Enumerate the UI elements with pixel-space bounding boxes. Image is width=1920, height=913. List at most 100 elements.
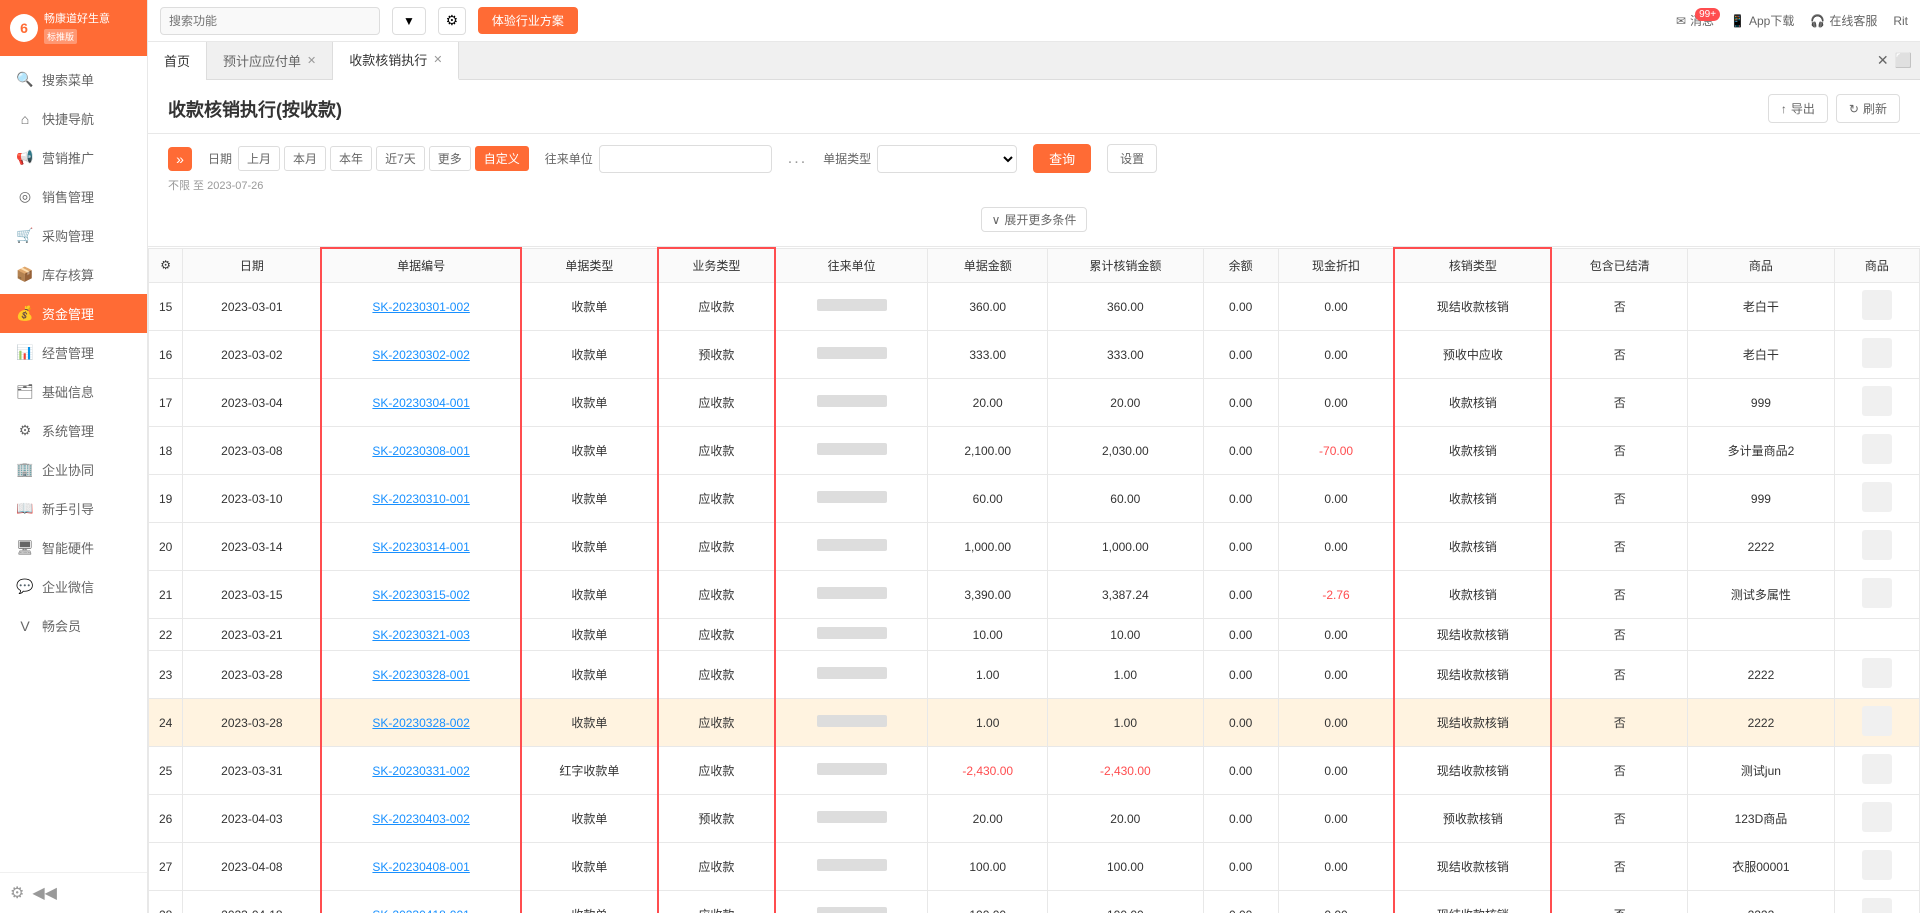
sidebar-item-hardware[interactable]: 🖥 智能硬件 bbox=[0, 528, 147, 567]
row-goods: 999 bbox=[1688, 475, 1835, 523]
col-settings[interactable]: ⚙ bbox=[149, 248, 183, 283]
row-date: 2023-03-21 bbox=[183, 619, 322, 651]
logo-icon: 6 bbox=[10, 14, 38, 42]
table-container: ⚙ 日期 单据编号 单据类型 业务类型 往来单位 单据金额 累计核销金额 余额 … bbox=[148, 247, 1920, 913]
row-partner bbox=[775, 747, 928, 795]
row-no: 24 bbox=[149, 699, 183, 747]
row-goods-img bbox=[1834, 379, 1919, 427]
row-included: 否 bbox=[1551, 699, 1687, 747]
row-balance: 0.00 bbox=[1203, 747, 1278, 795]
table-row: 21 2023-03-15 SK-20230315-002 收款单 应收款 3,… bbox=[149, 571, 1920, 619]
row-goods-img bbox=[1834, 475, 1919, 523]
topbar-dropdown-btn[interactable]: ▼ bbox=[392, 7, 426, 35]
sidebar-item-member[interactable]: V 畅会员 bbox=[0, 606, 147, 645]
row-partner bbox=[775, 619, 928, 651]
col-balance: 余额 bbox=[1203, 248, 1278, 283]
tab-collect-label: 收款核销执行 bbox=[349, 50, 427, 69]
tab-payable[interactable]: 预计应应付单 ✕ bbox=[207, 42, 333, 80]
topbar-solution-btn[interactable]: 体验行业方案 bbox=[478, 7, 578, 34]
sidebar-item-operation[interactable]: 📊 经营管理 bbox=[0, 333, 147, 372]
tab-payable-close[interactable]: ✕ bbox=[307, 54, 316, 67]
filter-custom-btn[interactable]: 自定义 bbox=[475, 146, 529, 171]
row-doc-type: 收款单 bbox=[521, 571, 658, 619]
row-balance: 0.00 bbox=[1203, 795, 1278, 843]
filter-query-btn[interactable]: 查询 bbox=[1033, 144, 1091, 173]
corp-icon: 🏢 bbox=[16, 461, 34, 479]
sidebar-item-finance[interactable]: 💰 资金管理 bbox=[0, 294, 147, 333]
row-date: 2023-04-18 bbox=[183, 891, 322, 913]
row-no: 19 bbox=[149, 475, 183, 523]
sidebar-item-basic[interactable]: 🗂 基础信息 bbox=[0, 372, 147, 411]
tab-home[interactable]: 首页 bbox=[148, 42, 207, 80]
logo-title: 畅康道好生意 bbox=[44, 12, 110, 27]
expand-conditions-btn[interactable]: ∨ 展开更多条件 bbox=[981, 207, 1088, 232]
row-cum-amount: 60.00 bbox=[1048, 475, 1203, 523]
message-badge: 99+ bbox=[1695, 8, 1720, 21]
row-cum-amount: 10.00 bbox=[1048, 619, 1203, 651]
row-doc-no: SK-20230310-001 bbox=[321, 475, 521, 523]
tab-collect-close[interactable]: ✕ bbox=[433, 53, 442, 66]
filter-more-btn[interactable]: 更多 bbox=[429, 146, 471, 171]
sidebar-item-purchase[interactable]: 🛒 采购管理 bbox=[0, 216, 147, 255]
row-doc-no: SK-20230308-001 bbox=[321, 427, 521, 475]
row-no: 23 bbox=[149, 651, 183, 699]
tab-payable-label: 预计应应付单 bbox=[223, 51, 301, 70]
row-goods-img bbox=[1834, 843, 1919, 891]
tab-maximize-btn[interactable]: ⬜ bbox=[1895, 52, 1912, 69]
user-name: Rit bbox=[1893, 14, 1908, 28]
filter-setting-btn[interactable]: 设置 bbox=[1107, 144, 1157, 173]
filter-doctype-select[interactable] bbox=[877, 145, 1017, 173]
topbar-gear-btn[interactable]: ⚙ bbox=[438, 7, 466, 35]
filter-partner-input[interactable] bbox=[599, 145, 772, 173]
row-partner bbox=[775, 891, 928, 913]
row-doc-type: 收款单 bbox=[521, 651, 658, 699]
sidebar-item-inventory[interactable]: 📦 库存核算 bbox=[0, 255, 147, 294]
tab-collect[interactable]: 收款核销执行 ✕ bbox=[333, 42, 459, 80]
sidebar-item-marketing[interactable]: 📢 营销推广 bbox=[0, 138, 147, 177]
row-goods-img bbox=[1834, 795, 1919, 843]
row-cum-amount: 1.00 bbox=[1048, 651, 1203, 699]
filter-this-month-btn[interactable]: 本月 bbox=[284, 146, 326, 171]
filter-7days-btn[interactable]: 近7天 bbox=[376, 146, 425, 171]
settings-footer-btn[interactable]: ⚙ bbox=[10, 883, 24, 903]
row-cum-amount: 1.00 bbox=[1048, 699, 1203, 747]
filter-this-year-btn[interactable]: 本年 bbox=[330, 146, 372, 171]
filter-last-month-btn[interactable]: 上月 bbox=[238, 146, 280, 171]
row-amount: 20.00 bbox=[928, 795, 1048, 843]
col-doc-type: 单据类型 bbox=[521, 248, 658, 283]
export-btn[interactable]: ↑ 导出 bbox=[1768, 94, 1828, 123]
topbar-message-btn[interactable]: ✉ 消息 99+ bbox=[1676, 12, 1714, 29]
topbar-user[interactable]: Rit bbox=[1893, 14, 1908, 28]
row-discount: 0.00 bbox=[1278, 619, 1394, 651]
page-header-actions: ↑ 导出 ↻ 刷新 bbox=[1768, 94, 1900, 123]
row-balance: 0.00 bbox=[1203, 379, 1278, 427]
row-doc-type: 收款单 bbox=[521, 619, 658, 651]
tab-close-all-btn[interactable]: ✕ bbox=[1877, 52, 1889, 69]
sidebar-item-search[interactable]: 🔍 搜索菜单 bbox=[0, 60, 147, 99]
row-no: 28 bbox=[149, 891, 183, 913]
refresh-btn[interactable]: ↻ 刷新 bbox=[1836, 94, 1900, 123]
col-verify-type: 核销类型 bbox=[1394, 248, 1551, 283]
sidebar-item-guide[interactable]: ⌂ 快捷导航 bbox=[0, 99, 147, 138]
row-no: 25 bbox=[149, 747, 183, 795]
sidebar-item-newbie[interactable]: 📖 新手引导 bbox=[0, 489, 147, 528]
sidebar-footer: ⚙ ◀◀ bbox=[0, 872, 147, 913]
row-partner bbox=[775, 571, 928, 619]
sidebar-item-sales[interactable]: ◎ 销售管理 bbox=[0, 177, 147, 216]
collapse-btn[interactable]: ◀◀ bbox=[32, 883, 57, 903]
row-goods: 2222 bbox=[1688, 523, 1835, 571]
topbar-search-input[interactable] bbox=[160, 7, 380, 35]
sidebar-item-wechat[interactable]: 💬 企业微信 bbox=[0, 567, 147, 606]
filter-bar: » 日期 上月 本月 本年 近7天 更多 自定义 往来单位 bbox=[148, 134, 1920, 247]
sidebar-item-corp[interactable]: 🏢 企业协同 bbox=[0, 450, 147, 489]
sidebar-item-system[interactable]: ⚙ 系统管理 bbox=[0, 411, 147, 450]
topbar-service-btn[interactable]: 🎧 在线客服 bbox=[1810, 12, 1877, 29]
topbar-app-btn[interactable]: 📱 App下载 bbox=[1730, 12, 1794, 29]
row-goods: 2222 bbox=[1688, 651, 1835, 699]
filter-toggle-btn[interactable]: » bbox=[168, 147, 192, 171]
member-icon: V bbox=[16, 617, 34, 635]
row-discount: 0.00 bbox=[1278, 379, 1394, 427]
row-doc-type: 红字收款单 bbox=[521, 747, 658, 795]
row-balance: 0.00 bbox=[1203, 331, 1278, 379]
goods-thumbnail bbox=[1862, 706, 1892, 736]
